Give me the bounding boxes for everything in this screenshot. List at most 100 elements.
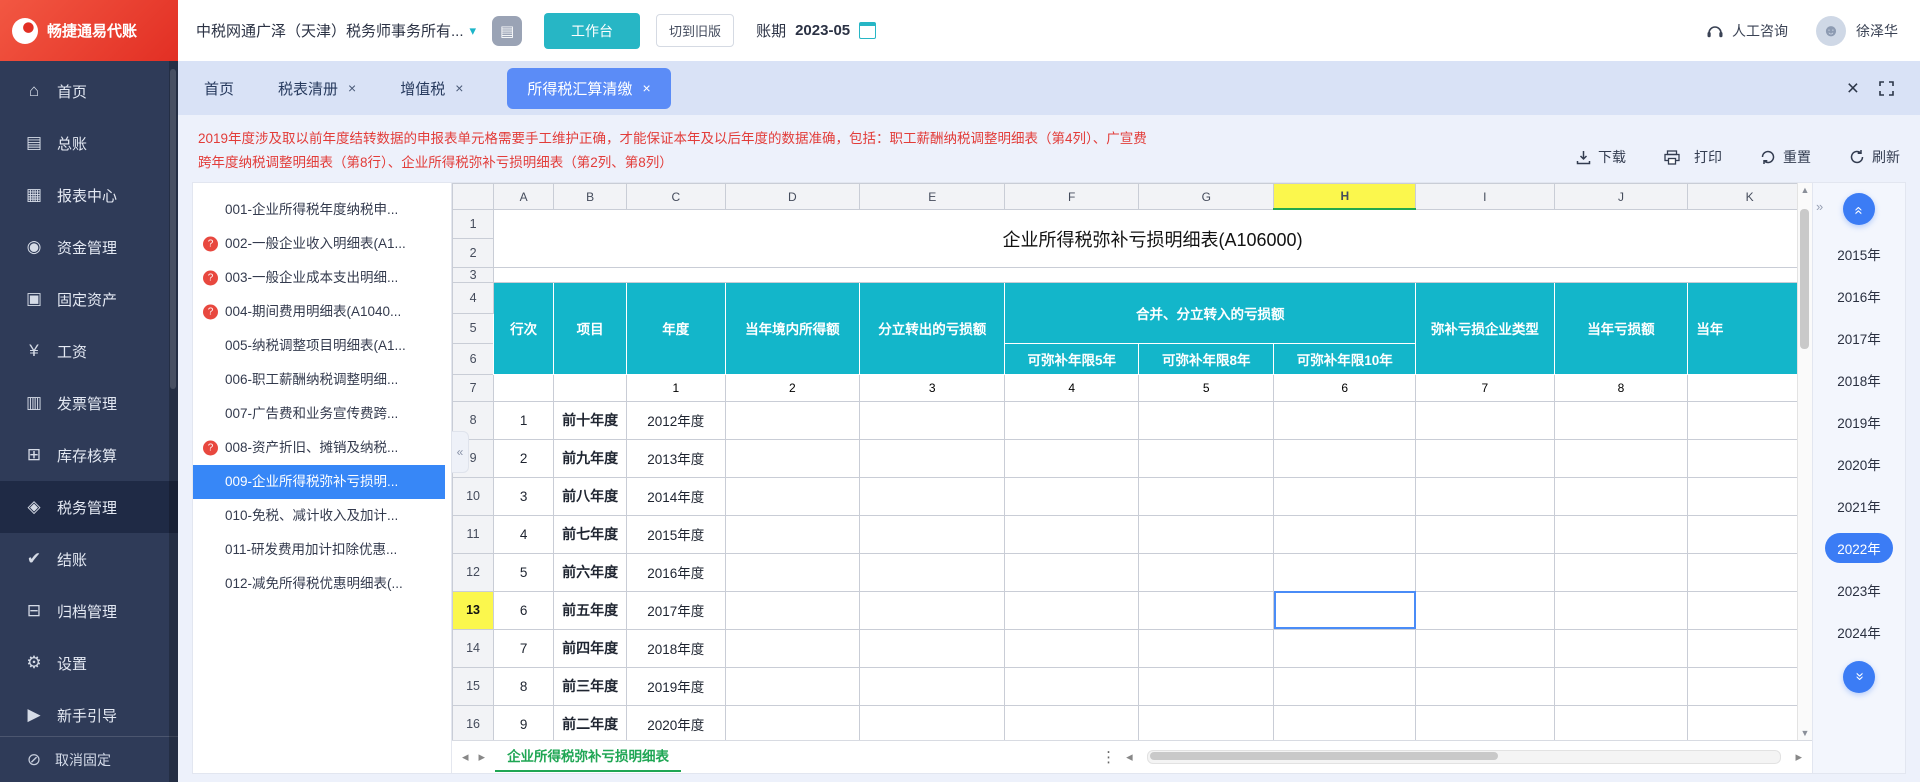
- year-item[interactable]: 2021年: [1825, 485, 1893, 527]
- cell-C15[interactable]: 2019年度: [626, 666, 726, 706]
- form-list-item[interactable]: 006-职工薪酬纳税调整明细...: [193, 363, 445, 397]
- sidebar-item-archive[interactable]: ⊟ 归档管理: [0, 585, 178, 637]
- username[interactable]: 徐泽华: [1856, 21, 1898, 41]
- table-header-cell[interactable]: 可弥补年限10年: [1273, 342, 1417, 375]
- table-header-cell[interactable]: 可弥补年限5年: [1004, 342, 1140, 375]
- row-header-11[interactable]: 11: [452, 514, 495, 554]
- sidebar-item-ledger[interactable]: ▤ 总账: [0, 117, 178, 169]
- sidebar-item-invoice[interactable]: ▥ 发票管理: [0, 377, 178, 429]
- row-header-15[interactable]: 15: [452, 666, 495, 706]
- support-button[interactable]: 人工咨询: [1706, 21, 1788, 41]
- cell-F12[interactable]: [1004, 552, 1140, 592]
- cell-D8[interactable]: [724, 400, 861, 440]
- cell-C13[interactable]: 2017年度: [626, 590, 726, 630]
- sidebar-item-salary[interactable]: ¥ 工资: [0, 325, 178, 377]
- cell-D16[interactable]: [724, 704, 861, 740]
- vertical-scrollbar-thumb[interactable]: [1800, 209, 1809, 350]
- sidebar-scrollbar[interactable]: [169, 61, 178, 782]
- cell-G7[interactable]: 5: [1138, 373, 1275, 402]
- col-header-F[interactable]: F: [1004, 183, 1140, 210]
- close-tab-icon[interactable]: ×: [1847, 78, 1859, 99]
- sheet-next-icon[interactable]: ▸: [479, 749, 486, 765]
- year-item[interactable]: 2019年: [1825, 401, 1893, 443]
- cell-B12[interactable]: 前六年度: [553, 552, 628, 592]
- cell-H10[interactable]: [1273, 476, 1417, 516]
- sidebar-item-tax[interactable]: ◈ 税务管理: [0, 481, 178, 533]
- form-list-item[interactable]: ? 002-一般企业收入明细表(A1...: [193, 227, 445, 261]
- cell-C16[interactable]: 2020年度: [626, 704, 726, 740]
- cell-E11[interactable]: [859, 514, 1006, 554]
- cell-J14[interactable]: [1553, 628, 1689, 668]
- sidebar-item-fund[interactable]: ◉ 资金管理: [0, 221, 178, 273]
- cell-C10[interactable]: 2014年度: [626, 476, 726, 516]
- print-button[interactable]: 打印: [1664, 147, 1722, 167]
- cell-G8[interactable]: [1138, 400, 1275, 440]
- table-header-cell[interactable]: 行次: [493, 281, 555, 375]
- scroll-up-icon[interactable]: ▲: [1798, 185, 1812, 195]
- cell-I7[interactable]: 7: [1415, 373, 1555, 402]
- table-header-cell[interactable]: 项目: [553, 281, 628, 375]
- cell-A16[interactable]: 9: [493, 704, 555, 740]
- row-header-4[interactable]: 4: [452, 281, 495, 314]
- cell-A13[interactable]: 6: [493, 590, 555, 630]
- tab-item[interactable]: 首页: [204, 78, 234, 99]
- cell-H13[interactable]: [1273, 590, 1417, 630]
- sidebar-scrollbar-thumb[interactable]: [170, 69, 176, 389]
- hscroll-right-icon[interactable]: ▸: [1795, 749, 1802, 765]
- cell-A7[interactable]: [493, 373, 555, 402]
- table-header-cell[interactable]: 合并、分立转入的亏损额: [1004, 281, 1417, 344]
- tab-item[interactable]: 所得税汇算清缴 ×: [507, 67, 671, 109]
- download-button[interactable]: 下载: [1576, 147, 1626, 167]
- cell-E10[interactable]: [859, 476, 1006, 516]
- cell-C12[interactable]: 2016年度: [626, 552, 726, 592]
- cell-I15[interactable]: [1415, 666, 1555, 706]
- form-list-item[interactable]: ? 003-一般企业成本支出明细...: [193, 261, 445, 295]
- cell-H16[interactable]: [1273, 704, 1417, 740]
- cell-K16[interactable]: [1687, 704, 1812, 740]
- cell-F15[interactable]: [1004, 666, 1140, 706]
- cell-F9[interactable]: [1004, 438, 1140, 478]
- horizontal-scrollbar-thumb[interactable]: [1149, 752, 1498, 760]
- form-list-item[interactable]: 001-企业所得税年度纳税申...: [193, 193, 445, 227]
- cell-F10[interactable]: [1004, 476, 1140, 516]
- cell-C14[interactable]: 2018年度: [626, 628, 726, 668]
- form-list-item[interactable]: 011-研发费用加计扣除优惠...: [193, 533, 445, 567]
- sidebar-item-fixed-asset[interactable]: ▣ 固定资产: [0, 273, 178, 325]
- cell-G13[interactable]: [1138, 590, 1275, 630]
- row-header-10[interactable]: 10: [452, 476, 495, 516]
- table-header-cell[interactable]: 弥补亏损企业类型: [1415, 281, 1555, 375]
- col-header-G[interactable]: G: [1138, 183, 1275, 210]
- table-header-cell[interactable]: 可弥补年限8年: [1138, 342, 1275, 375]
- form-list-item[interactable]: 010-免税、减计收入及加计...: [193, 499, 445, 533]
- tab-close-icon[interactable]: ×: [455, 80, 463, 96]
- calendar-icon[interactable]: [859, 22, 877, 39]
- cell-G14[interactable]: [1138, 628, 1275, 668]
- cell-J16[interactable]: [1553, 704, 1689, 740]
- cell-H11[interactable]: [1273, 514, 1417, 554]
- cell-A9[interactable]: 2: [493, 438, 555, 478]
- cell-K11[interactable]: [1687, 514, 1812, 554]
- table-header-cell[interactable]: 当年亏损额: [1553, 281, 1689, 375]
- cell-I13[interactable]: [1415, 590, 1555, 630]
- form-list-item[interactable]: ? 008-资产折旧、摊销及纳税...: [193, 431, 445, 465]
- cell-C8[interactable]: 2012年度: [626, 400, 726, 440]
- cell-A15[interactable]: 8: [493, 666, 555, 706]
- cell-A10[interactable]: 3: [493, 476, 555, 516]
- scroll-years-up-button[interactable]: «: [1843, 193, 1875, 226]
- row-header-13[interactable]: 13: [452, 590, 495, 630]
- cell-H9[interactable]: [1273, 438, 1417, 478]
- table-header-cell[interactable]: 分立转出的亏损额: [859, 281, 1006, 375]
- cell-K14[interactable]: [1687, 628, 1812, 668]
- col-header-D[interactable]: D: [724, 183, 861, 210]
- cell-E15[interactable]: [859, 666, 1006, 706]
- form-list-item[interactable]: ? 004-期间费用明细表(A1040...: [193, 295, 445, 329]
- col-header-I[interactable]: I: [1415, 183, 1555, 210]
- row-header-2[interactable]: 2: [452, 237, 495, 268]
- cell-B10[interactable]: 前八年度: [553, 476, 628, 516]
- cell-I8[interactable]: [1415, 400, 1555, 440]
- cell-H15[interactable]: [1273, 666, 1417, 706]
- refresh-button[interactable]: 刷新: [1849, 147, 1900, 167]
- cell-B8[interactable]: 前十年度: [553, 400, 628, 440]
- sheet-more-icon[interactable]: ⋮: [1101, 748, 1116, 766]
- form-list-item[interactable]: 005-纳税调整项目明细表(A1...: [193, 329, 445, 363]
